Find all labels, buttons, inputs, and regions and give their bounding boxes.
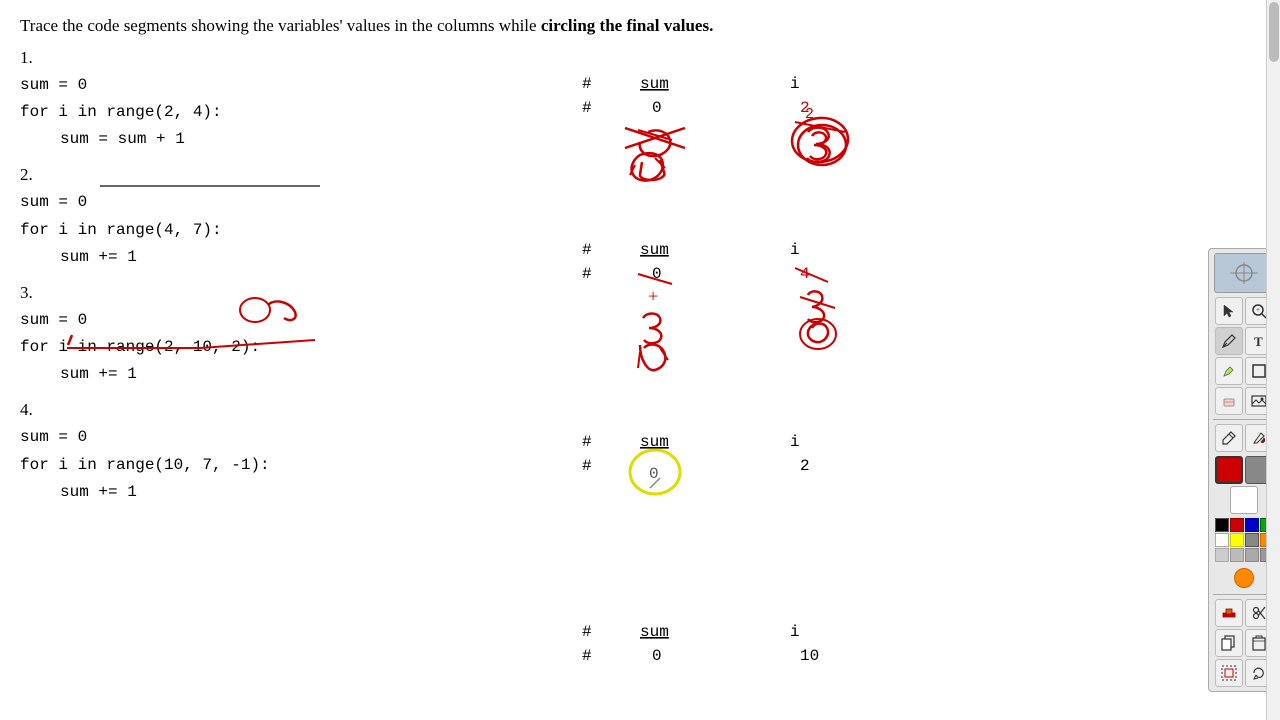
problem-1-code: sum = 0 for i in range(2, 4): sum = sum … <box>20 72 900 154</box>
highlight-tool-btn[interactable] <box>1215 357 1243 385</box>
color-white[interactable] <box>1215 533 1229 547</box>
problem-1: 1. sum = 0 for i in range(2, 4): sum = s… <box>20 48 900 154</box>
main-content: Trace the code segments showing the vari… <box>0 0 920 720</box>
color-palette <box>1215 518 1274 562</box>
svg-text:+: + <box>1256 306 1260 314</box>
problem-3-code: sum = 0 for i in range(2, 10, 2): sum +=… <box>20 307 900 389</box>
color-gray[interactable] <box>1245 533 1259 547</box>
white-color-btn[interactable] <box>1230 486 1258 514</box>
pen2-tool-btn[interactable] <box>1215 424 1243 452</box>
color-blue[interactable] <box>1245 518 1259 532</box>
orange-dot[interactable] <box>1234 568 1254 588</box>
eraser-tool-btn[interactable] <box>1215 387 1243 415</box>
problem-2-code: sum = 0 for i in range(4, 7): sum += 1 <box>20 189 900 271</box>
stamp-tool-btn[interactable] <box>1215 599 1243 627</box>
problem-3: 3. sum = 0 for i in range(2, 10, 2): sum… <box>20 283 900 389</box>
color-black[interactable] <box>1215 518 1229 532</box>
cursor-tool-btn[interactable] <box>1215 297 1243 325</box>
pen-tool-btn[interactable] <box>1215 327 1243 355</box>
active-color-red[interactable] <box>1215 456 1243 484</box>
svg-text:T: T <box>1254 334 1263 349</box>
problem-3-number: 3. <box>20 283 900 303</box>
instruction-text: Trace the code segments showing the vari… <box>20 14 900 38</box>
problem-2-number: 2. <box>20 165 900 185</box>
scrollbar[interactable] <box>1266 0 1280 720</box>
problem-4-number: 4. <box>20 400 900 420</box>
color-lightgray1[interactable] <box>1215 548 1229 562</box>
select-all-btn[interactable] <box>1215 659 1243 687</box>
color-red[interactable] <box>1230 518 1244 532</box>
color-yellow[interactable] <box>1230 533 1244 547</box>
problem-1-number: 1. <box>20 48 900 68</box>
problem-2: 2. sum = 0 for i in range(4, 7): sum += … <box>20 165 900 271</box>
color-lightgray3[interactable] <box>1245 548 1259 562</box>
toolbar-preview <box>1214 253 1274 293</box>
color-lightgray2[interactable] <box>1230 548 1244 562</box>
problem-4-code: sum = 0 for i in range(10, 7, -1): sum +… <box>20 424 900 506</box>
copy-tool-btn[interactable] <box>1215 629 1243 657</box>
problem-4: 4. sum = 0 for i in range(10, 7, -1): su… <box>20 400 900 506</box>
scrollbar-thumb[interactable] <box>1269 2 1279 62</box>
